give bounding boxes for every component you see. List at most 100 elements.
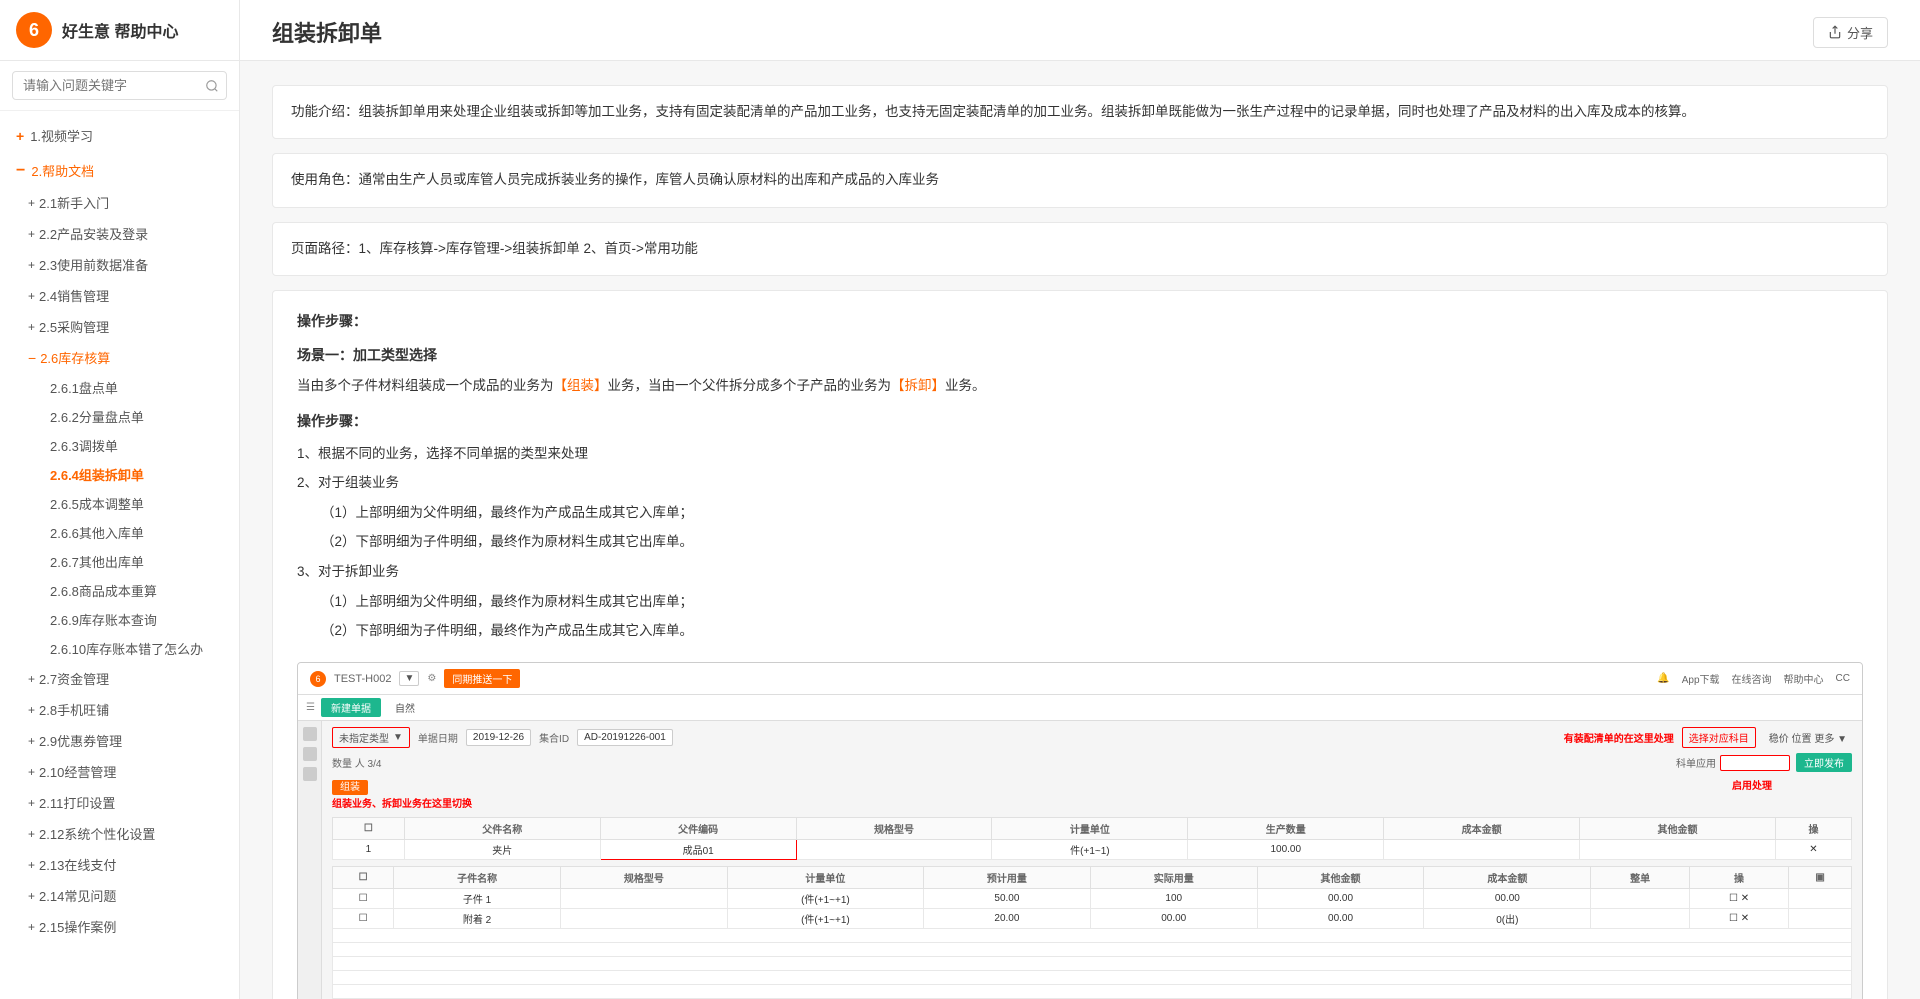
sidebar-item-210[interactable]: + 2.10经营管理 bbox=[28, 756, 239, 787]
path-section: 页面路径：1、库存核算->库存管理->组装拆卸单 2、首页->常用功能 bbox=[272, 222, 1888, 276]
table-row bbox=[333, 985, 1852, 999]
sidebar-item-214[interactable]: + 2.14常见问题 bbox=[28, 880, 239, 911]
sidebar-item-24[interactable]: + 2.4销售管理 bbox=[28, 280, 239, 311]
ss-td-check1: 1 bbox=[333, 840, 405, 860]
ss-td2-exp2 bbox=[1789, 909, 1852, 929]
ss-type-field: 未指定类型 ▼ bbox=[332, 727, 410, 748]
sidebar-item-264[interactable]: 2.6.4组装拆卸单 bbox=[42, 460, 239, 489]
ss-td2-empty3 bbox=[333, 929, 1852, 943]
expand-icon: + bbox=[28, 765, 35, 779]
sidebar-item-269[interactable]: 2.6.9库存账本查询 bbox=[42, 605, 239, 634]
ss-nav-icon: ☰ bbox=[306, 702, 315, 713]
ss-kedan-label: 科单应用 bbox=[1676, 755, 1716, 770]
nav-sub-items-docs: + 2.1新手入门 + 2.2产品安装及登录 + 2.3使用前数据准备 + 2.… bbox=[0, 187, 239, 942]
ss-help2: 帮助中心 bbox=[1784, 671, 1824, 686]
sidebar-item-29[interactable]: + 2.9优惠券管理 bbox=[28, 725, 239, 756]
expand-icon: + bbox=[28, 672, 35, 686]
ss-th2-zd: 整单 bbox=[1591, 867, 1690, 889]
search-wrap bbox=[12, 71, 227, 100]
ss-th2-gghx: 规格型号 bbox=[560, 867, 727, 889]
ss-td2-cbje1: 00.00 bbox=[1424, 889, 1591, 909]
expand-icon: + bbox=[28, 827, 35, 841]
share-button[interactable]: 分享 bbox=[1813, 17, 1888, 48]
ss-annotation2-row: 组装 组装业务、拆卸业务在这里切换 启用处理 bbox=[332, 777, 1852, 793]
sidebar-item-22[interactable]: + 2.2产品安装及登录 bbox=[28, 218, 239, 249]
ss-annotation2: 组装业务、拆卸业务在这里切换 bbox=[332, 795, 472, 810]
nav-group-docs: − 2.帮助文档 + 2.1新手入门 + 2.2产品安装及登录 + 2.3使用前… bbox=[0, 154, 239, 942]
expand-icon: + bbox=[28, 196, 35, 210]
ss-td2-empty7 bbox=[333, 985, 1852, 999]
ss-th2-exp: ▣ bbox=[1789, 867, 1852, 889]
sidebar-item-211[interactable]: + 2.11打印设置 bbox=[28, 787, 239, 818]
sidebar-item-2610[interactable]: 2.6.10库存账本错了怎么办 bbox=[42, 634, 239, 663]
screenshot-image: 6 TEST-H002 ▼ ⚙ 同期推送一下 🔔 App下载 在线咨询 帮助中心… bbox=[298, 663, 1862, 999]
sidebar-item-26[interactable]: − 2.6库存核算 bbox=[28, 342, 239, 373]
ss-sidebar-icon2 bbox=[303, 747, 317, 761]
search-input[interactable] bbox=[12, 71, 227, 100]
search-icon bbox=[205, 79, 219, 93]
sidebar-item-213[interactable]: + 2.13在线支付 bbox=[28, 849, 239, 880]
ss-td2-empty6 bbox=[333, 971, 1852, 985]
sidebar-item-27[interactable]: + 2.7资金管理 bbox=[28, 663, 239, 694]
ss-td2-jldw2: (件(+1~+1) bbox=[727, 909, 923, 929]
ss-type-label: 未指定类型 bbox=[339, 730, 389, 745]
sidebar-item-262[interactable]: 2.6.2分量盘点单 bbox=[42, 402, 239, 431]
sidebar-item-261[interactable]: 2.6.1盘点单 bbox=[42, 373, 239, 402]
ss-th2-jldw: 计量单位 bbox=[727, 867, 923, 889]
sidebar-item-265[interactable]: 2.6.5成本调整单 bbox=[42, 489, 239, 518]
ss-td2-check1: ☐ bbox=[333, 889, 394, 909]
ss-num-value: AD-20191226-001 bbox=[577, 729, 673, 746]
expand-icon: + bbox=[28, 889, 35, 903]
ss-td2-jldw1: (件(+1~+1) bbox=[727, 889, 923, 909]
sidebar-item-215[interactable]: + 2.15操作案例 bbox=[28, 911, 239, 942]
ss-annotation1: 有装配清单的在这里处理 bbox=[1564, 730, 1674, 745]
sidebar-item-25[interactable]: + 2.5采购管理 bbox=[28, 311, 239, 342]
table-row: ☐ 附着 2 (件(+1~+1) 20.00 00.00 00.00 0(出) bbox=[333, 909, 1852, 929]
sidebar-item-video[interactable]: + 1.视频学习 bbox=[0, 119, 239, 152]
sidebar-nav: + 1.视频学习 − 2.帮助文档 + 2.1新手入门 + 2.2产品安装及登录 bbox=[0, 111, 239, 999]
role-section: 使用角色：通常由生产人员或库管人员完成拆装业务的操作，库管人员确认原材料的出库和… bbox=[272, 153, 1888, 207]
ss-td-scsl1: 100.00 bbox=[1188, 840, 1384, 860]
ss-apply-btn[interactable]: 立即发布 bbox=[1796, 753, 1852, 772]
step-2-2: （2）下部明细为子件明细，最终作为原材料生成其它出库单。 bbox=[297, 529, 1863, 555]
ss-td2-empty4 bbox=[333, 943, 1852, 957]
ss-td-qtje1 bbox=[1580, 840, 1776, 860]
sidebar: 6 好生意 帮助中心 + 1.视频学习 − 2.帮助文档 + 2 bbox=[0, 0, 240, 999]
ss-nav-bar: ☰ 新建单据 自然 bbox=[298, 695, 1862, 721]
sidebar-item-docs[interactable]: − 2.帮助文档 bbox=[0, 154, 239, 187]
expand-icon: + bbox=[28, 796, 35, 810]
ss-tab-active: 新建单据 bbox=[321, 698, 381, 717]
sidebar-item-21[interactable]: + 2.1新手入门 bbox=[28, 187, 239, 218]
ss-th-gghx: 规格型号 bbox=[796, 818, 992, 840]
ss-user: CC bbox=[1836, 673, 1850, 684]
table-row: ☐ 子件 1 (件(+1~+1) 50.00 100 00.00 00.00 bbox=[333, 889, 1852, 909]
ss-gear: ⚙ bbox=[427, 673, 436, 684]
sidebar-item-23[interactable]: + 2.3使用前数据准备 bbox=[28, 249, 239, 280]
ss-td2-zjmc1: 子件 1 bbox=[394, 889, 561, 909]
ss-th-op: 操 bbox=[1775, 818, 1851, 840]
sidebar-item-28[interactable]: + 2.8手机旺铺 bbox=[28, 694, 239, 725]
sidebar-search-area bbox=[0, 61, 239, 111]
expand-icon: + bbox=[28, 227, 35, 241]
sidebar-item-212[interactable]: + 2.12系统个性化设置 bbox=[28, 818, 239, 849]
ss-td2-exp1 bbox=[1789, 889, 1852, 909]
ss-td-gghx1 bbox=[796, 840, 992, 860]
ss-td2-op2: ☐ ✕ bbox=[1689, 909, 1788, 929]
sidebar-item-267[interactable]: 2.6.7其他出库单 bbox=[42, 547, 239, 576]
ss-num-label2: 数量 人 3/4 bbox=[332, 755, 381, 770]
ss-kedan-group: 科单应用 bbox=[1676, 755, 1790, 771]
ss-form-row1: 未指定类型 ▼ 单据日期 2019-12-26 集合ID AD-20191226… bbox=[332, 727, 1852, 748]
ss-tab-ziran: 自然 bbox=[385, 698, 425, 717]
path-text: 页面路径：1、库存核算->库存管理->组装拆卸单 2、首页->常用功能 bbox=[291, 241, 698, 256]
ss-orange-tab: 组装 bbox=[332, 780, 368, 795]
screenshot-wrapper: 6 TEST-H002 ▼ ⚙ 同期推送一下 🔔 App下载 在线咨询 帮助中心… bbox=[297, 662, 1863, 999]
expand-icon: + bbox=[28, 320, 35, 334]
sidebar-item-266[interactable]: 2.6.6其他入库单 bbox=[42, 518, 239, 547]
ss-th2-cbje: 成本金额 bbox=[1424, 867, 1591, 889]
sidebar-item-268[interactable]: 2.6.8商品成本重算 bbox=[42, 576, 239, 605]
sidebar-item-label: 1.视频学习 bbox=[30, 126, 93, 145]
step-3-1: （1）上部明细为父件明细，最终作为原材料生成其它出库单； bbox=[297, 589, 1863, 615]
sidebar-item-263[interactable]: 2.6.3调拨单 bbox=[42, 431, 239, 460]
scene1-desc: 当由多个子件材料组装成一个成品的业务为【组装】业务，当由一个父件拆分成多个子产品… bbox=[297, 373, 1863, 399]
ss-th2-qtje: 其他金额 bbox=[1257, 867, 1424, 889]
